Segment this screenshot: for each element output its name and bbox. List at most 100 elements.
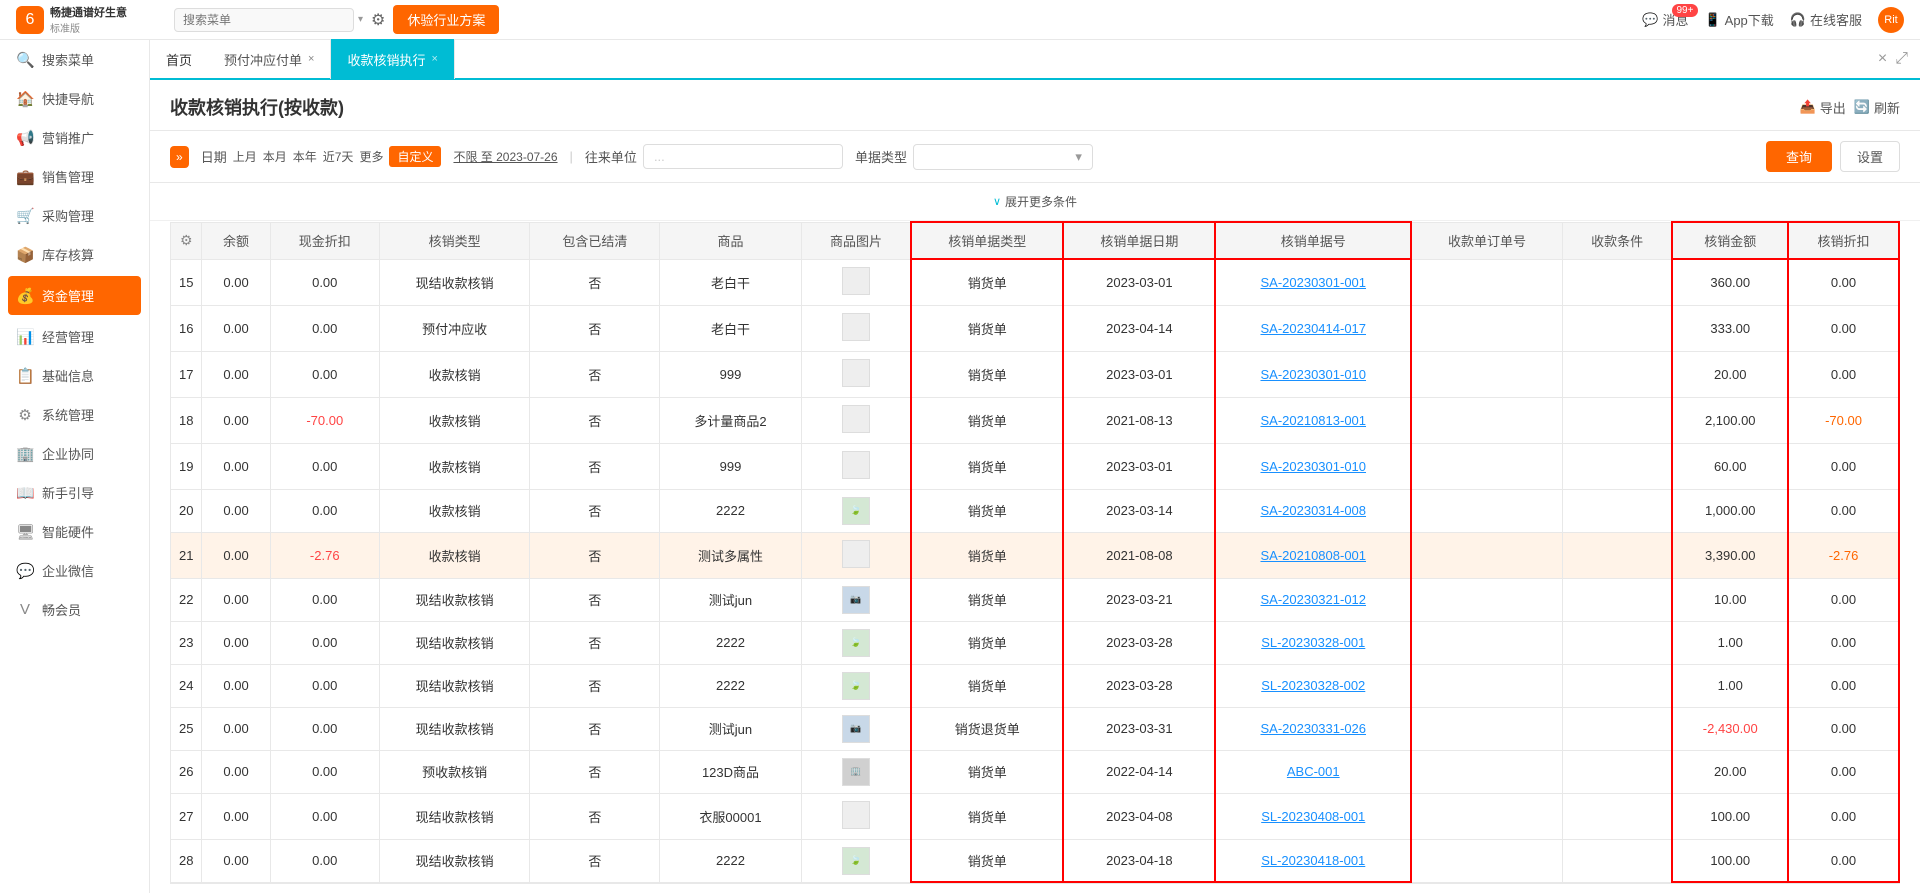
sidebar-item-guide[interactable]: 📖 新手引导 (0, 473, 149, 512)
settings-icon[interactable]: ⚙ (371, 10, 385, 30)
row-balance: 0.00 (202, 707, 270, 750)
row-condition (1562, 351, 1672, 397)
row-balance: 0.00 (202, 750, 270, 793)
sidebar-item-basic[interactable]: 📋 基础信息 (0, 356, 149, 395)
row-cash-discount: 0.00 (270, 489, 379, 532)
date-link-this-year[interactable]: 本年 (293, 148, 317, 165)
row-doc-no[interactable]: SA-20230331-026 (1215, 707, 1411, 750)
page-title: 收款核销执行(按收款) (170, 94, 344, 120)
row-doc-type: 销货退货单 (911, 707, 1063, 750)
sidebar-item-enterprise[interactable]: 🏢 企业协同 (0, 434, 149, 473)
sidebar-item-operation[interactable]: 📊 经营管理 (0, 317, 149, 356)
date-link-last-month[interactable]: 上月 (233, 148, 257, 165)
sidebar-item-sales[interactable]: 💼 销售管理 (0, 157, 149, 196)
row-doc-no[interactable]: SL-20230328-001 (1215, 621, 1411, 664)
top-search-input[interactable] (174, 8, 354, 32)
sales-icon: 💼 (16, 168, 34, 186)
row-doc-no[interactable]: SA-20230414-017 (1215, 305, 1411, 351)
row-cash-discount: 0.00 (270, 259, 379, 305)
row-order-no (1411, 259, 1562, 305)
sidebar-item-system[interactable]: ⚙ 系统管理 (0, 395, 149, 434)
expand-more-button[interactable]: ∨ 展开更多条件 (170, 189, 1900, 214)
sidebar-item-wechat[interactable]: 💬 企业微信 (0, 551, 149, 590)
maximize-icon[interactable]: ⤢ (1895, 50, 1908, 68)
tab-home[interactable]: 首页 (150, 39, 208, 79)
col-amount-header: 核销金额 (1672, 222, 1788, 259)
date-range[interactable]: 不限 至 2023-07-26 (453, 148, 557, 165)
top-bar-left: 6 畅捷通谱好生意 标准版 ▾ ⚙ 休验行业方案 (16, 4, 499, 35)
query-button[interactable]: 查询 (1766, 141, 1832, 172)
row-doc-no[interactable]: SA-20230301-001 (1215, 259, 1411, 305)
box-icon: 📦 (16, 246, 34, 264)
row-doc-no[interactable]: ABC-001 (1215, 750, 1411, 793)
row-order-no (1411, 305, 1562, 351)
row-image (801, 443, 911, 489)
app-download-button[interactable]: 📱 App下载 (1704, 10, 1773, 29)
row-order-no (1411, 621, 1562, 664)
row-doc-no[interactable]: SL-20230418-001 (1215, 839, 1411, 882)
row-doc-type: 销货单 (911, 351, 1063, 397)
table-row: 15 0.00 0.00 现结收款核销 否 老白干 销货单 2023-03-01… (171, 259, 1900, 305)
row-doc-no[interactable]: SA-20210808-001 (1215, 532, 1411, 578)
settings-gear-icon[interactable]: ⚙ (180, 232, 193, 248)
row-doc-no[interactable]: SA-20230314-008 (1215, 489, 1411, 532)
sidebar-item-marketing[interactable]: 📢 营销推广 (0, 118, 149, 157)
product-image (842, 359, 870, 387)
counterpart-input[interactable]: ... (643, 144, 843, 169)
row-doc-type: 销货单 (911, 578, 1063, 621)
row-amount: 1.00 (1672, 664, 1788, 707)
row-balance: 0.00 (202, 839, 270, 882)
refresh-button[interactable]: 🔄 刷新 (1854, 98, 1900, 117)
row-doc-no[interactable]: SA-20230321-012 (1215, 578, 1411, 621)
row-image (801, 351, 911, 397)
online-service-button[interactable]: 🎧 在线客服 (1790, 10, 1862, 29)
row-doc-no[interactable]: SA-20210813-001 (1215, 397, 1411, 443)
sidebar-item-purchase[interactable]: 🛒 采购管理 (0, 196, 149, 235)
setting-button[interactable]: 设置 (1840, 141, 1900, 172)
filter-separator: | (570, 149, 573, 164)
export-icon: 📤 (1800, 99, 1816, 115)
date-link-more[interactable]: 更多 (359, 148, 383, 165)
row-doc-no[interactable]: SA-20230301-010 (1215, 351, 1411, 397)
sidebar-item-search[interactable]: 🔍 搜索菜单 (0, 40, 149, 79)
table-row: 17 0.00 0.00 收款核销 否 999 销货单 2023-03-01 S… (171, 351, 1900, 397)
close-icon[interactable]: × (1878, 50, 1887, 68)
row-doc-no[interactable]: SL-20230328-002 (1215, 664, 1411, 707)
filter-actions: 查询 设置 (1766, 141, 1900, 172)
sidebar-item-inventory[interactable]: 📦 库存核算 (0, 235, 149, 274)
sidebar-item-finance[interactable]: 💰 资金管理 (8, 276, 141, 315)
row-doc-no[interactable]: SA-20230301-010 (1215, 443, 1411, 489)
row-included: 否 (530, 259, 660, 305)
search-icon: 🔍 (16, 51, 34, 69)
row-doc-type: 销货单 (911, 532, 1063, 578)
sidebar-label-marketing: 营销推广 (42, 128, 94, 147)
row-included: 否 (530, 351, 660, 397)
avatar[interactable]: Rit (1878, 7, 1904, 33)
date-link-7days[interactable]: 近7天 (323, 148, 354, 165)
logo-text: 畅捷通谱好生意 标准版 (50, 4, 127, 35)
row-type: 现结收款核销 (379, 839, 530, 882)
row-condition (1562, 793, 1672, 839)
tab-prepay[interactable]: 预付冲应付单 × (208, 39, 331, 79)
chart-icon: 📊 (16, 328, 34, 346)
export-button[interactable]: 📤 导出 (1800, 98, 1846, 117)
date-link-custom[interactable]: 自定义 (389, 146, 441, 167)
industry-button[interactable]: 休验行业方案 (393, 5, 499, 34)
page-header: 收款核销执行(按收款) 📤 导出 🔄 刷新 (150, 80, 1920, 131)
sidebar-item-member[interactable]: V 畅会员 (0, 590, 149, 629)
row-condition (1562, 578, 1672, 621)
row-image (801, 305, 911, 351)
logo-icon: 6 (16, 6, 44, 34)
voucher-type-select[interactable]: ▾ (913, 144, 1093, 170)
date-link-this-month[interactable]: 本月 (263, 148, 287, 165)
row-doc-no[interactable]: SL-20230408-001 (1215, 793, 1411, 839)
toggle-button[interactable]: » (170, 146, 189, 168)
tab-receipt[interactable]: 收款核销执行 × (331, 39, 454, 79)
close-prepay-icon[interactable]: × (308, 53, 314, 65)
sidebar-item-hardware[interactable]: 🖥 智能硬件 (0, 512, 149, 551)
product-image (842, 267, 870, 295)
sidebar-item-quick-nav[interactable]: 🏠 快捷导航 (0, 79, 149, 118)
table-row: 21 0.00 -2.76 收款核销 否 测试多属性 销货单 2021-08-0… (171, 532, 1900, 578)
message-button[interactable]: 💬 消息 99+ (1642, 10, 1688, 29)
close-receipt-icon[interactable]: × (431, 53, 437, 65)
